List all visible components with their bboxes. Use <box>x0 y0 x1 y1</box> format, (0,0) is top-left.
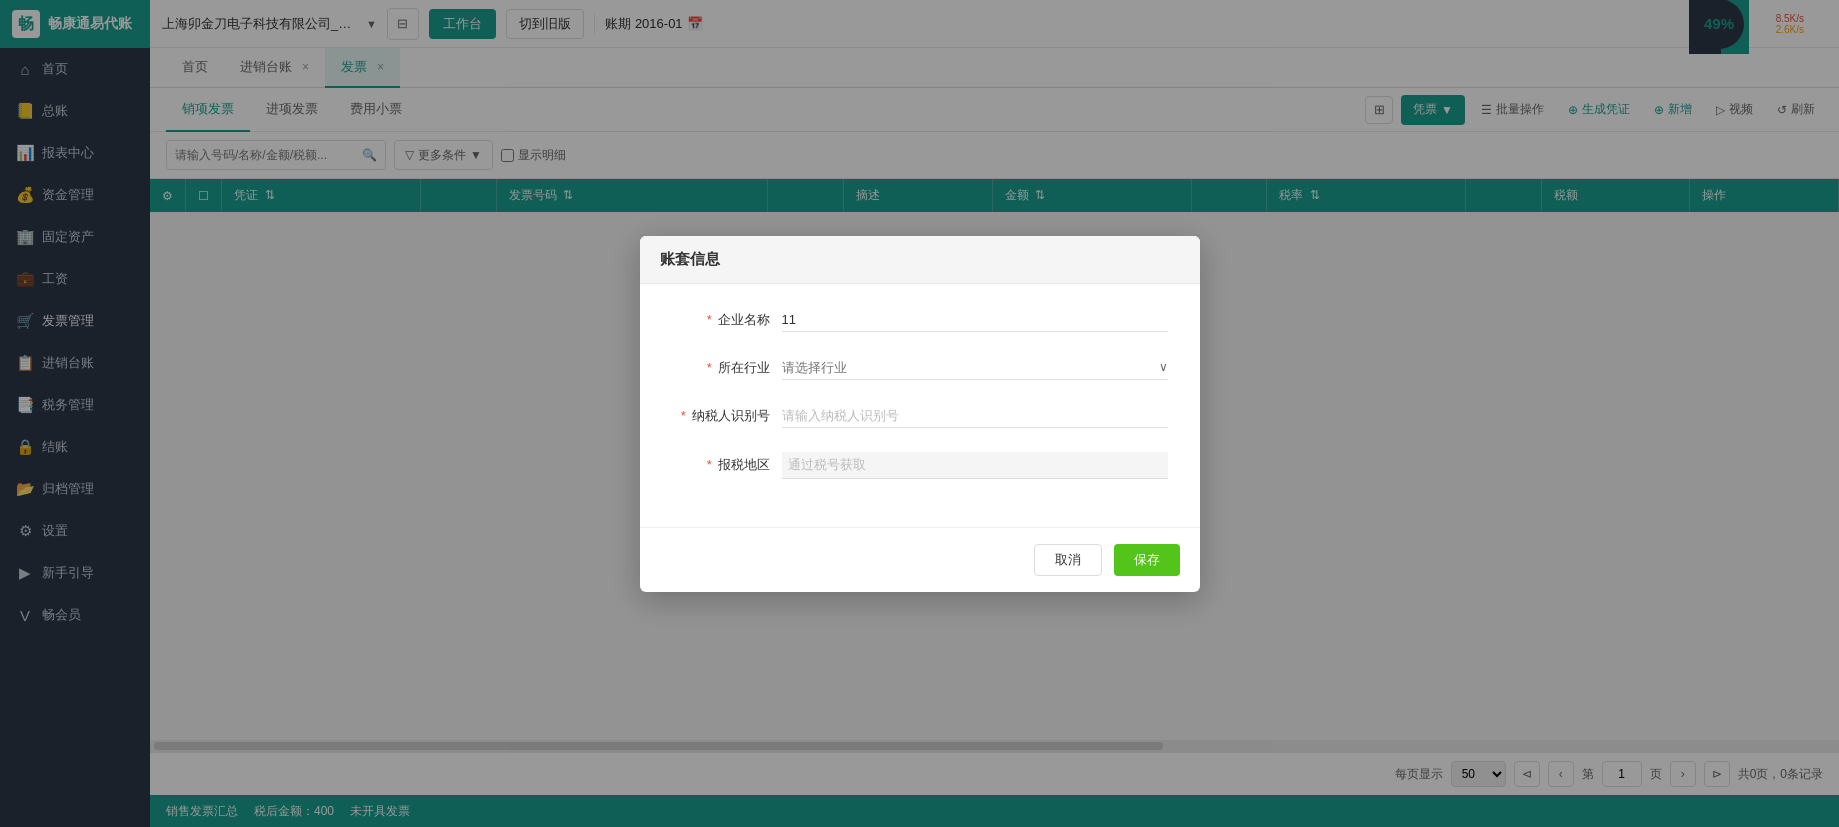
required-star-4: * <box>707 457 712 472</box>
modal-overlay: 账套信息 * 企业名称 * 所在行业 ∨ <box>0 0 1839 827</box>
cancel-button[interactable]: 取消 <box>1034 544 1102 576</box>
form-row-company: * 企业名称 <box>672 308 1168 332</box>
industry-select-wrapper[interactable]: ∨ <box>782 356 1168 380</box>
modal-body: * 企业名称 * 所在行业 ∨ * 纳税人识 <box>640 284 1200 527</box>
tax-region-label: * 报税地区 <box>672 456 782 474</box>
required-star-2: * <box>707 360 712 375</box>
industry-dropdown-arrow[interactable]: ∨ <box>1159 360 1168 374</box>
form-row-industry: * 所在行业 ∨ <box>672 356 1168 380</box>
industry-select-input[interactable] <box>782 356 1159 379</box>
company-name-label: * 企业名称 <box>672 311 782 329</box>
required-star-1: * <box>707 312 712 327</box>
tax-id-input[interactable] <box>782 404 1168 428</box>
tax-region-disabled-input: 通过税号获取 <box>782 452 1168 479</box>
save-button[interactable]: 保存 <box>1114 544 1180 576</box>
tax-id-label: * 纳税人识别号 <box>672 407 782 425</box>
modal-footer: 取消 保存 <box>640 527 1200 592</box>
account-info-modal: 账套信息 * 企业名称 * 所在行业 ∨ <box>640 236 1200 592</box>
company-name-input[interactable] <box>782 308 1168 332</box>
industry-label: * 所在行业 <box>672 359 782 377</box>
modal-header: 账套信息 <box>640 236 1200 284</box>
modal-title: 账套信息 <box>660 250 720 267</box>
required-star-3: * <box>681 408 686 423</box>
form-row-tax-region: * 报税地区 通过税号获取 <box>672 452 1168 479</box>
form-row-tax-id: * 纳税人识别号 <box>672 404 1168 428</box>
